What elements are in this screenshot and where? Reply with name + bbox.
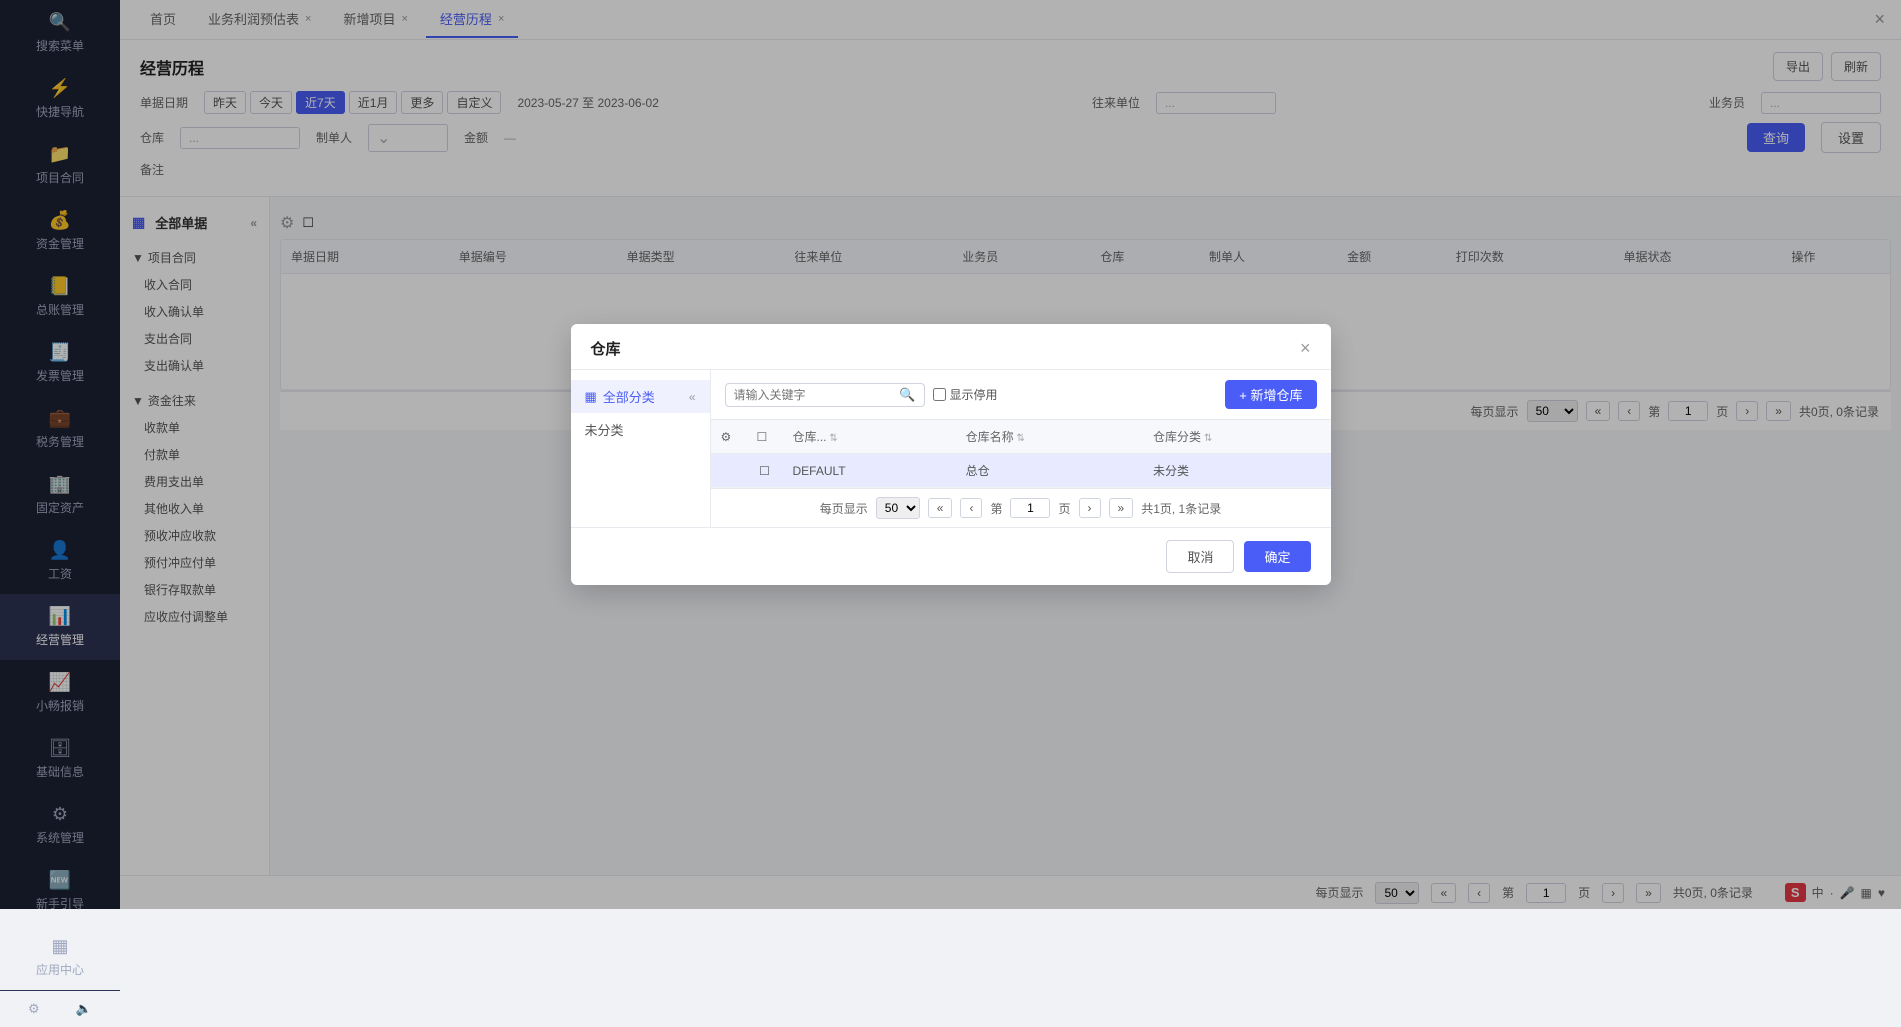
row-category: 未分类 — [1143, 454, 1330, 488]
show-disabled-label: 显示停用 — [950, 386, 998, 403]
modal-header: 仓库 × — [571, 324, 1331, 370]
th-modal-checkbox: ☐ — [747, 420, 783, 454]
all-category-label: 全部分类 — [603, 387, 655, 406]
modal-per-page-select[interactable]: 50 — [876, 497, 920, 519]
modal-next-page[interactable]: › — [1079, 498, 1101, 518]
modal-warehouse-table: ⚙ ☐ 仓库... 仓库名称 仓库分类 ☐ DEFAULT — [711, 420, 1331, 488]
modal-close-button[interactable]: × — [1300, 338, 1311, 359]
modal-pagination: 每页显示 50 « ‹ 第 页 › » 共1页, 1条记录 — [711, 488, 1331, 527]
modal-all-category[interactable]: ▦ 全部分类 « — [571, 380, 710, 413]
modal-page-label: 页 — [1058, 500, 1070, 517]
settings-icon[interactable]: ⚙ — [28, 1001, 40, 1017]
row-settings-icon — [711, 454, 747, 488]
modal-left-panel: ▦ 全部分类 « 未分类 — [571, 370, 711, 527]
modal-first-page[interactable]: « — [928, 498, 953, 518]
modal-search-box[interactable]: 🔍 — [725, 383, 925, 407]
modal-per-page-label: 每页显示 — [820, 500, 868, 517]
category-grid-icon: ▦ — [585, 389, 597, 405]
table-row[interactable]: ☐ DEFAULT 总仓 未分类 — [711, 454, 1331, 488]
modal-search-icon[interactable]: 🔍 — [899, 387, 915, 403]
unclassified-item[interactable]: 未分类 — [571, 413, 710, 446]
th-modal-settings: ⚙ — [711, 420, 747, 454]
left-panel-collapse[interactable]: « — [689, 390, 696, 404]
th-modal-category[interactable]: 仓库分类 — [1143, 420, 1330, 454]
modal-overlay: 仓库 × ▦ 全部分类 « 未分类 🔍 — [0, 0, 1901, 909]
modal-right-panel: 🔍 显示停用 + 新增仓库 ⚙ ☐ 仓库... — [711, 370, 1331, 527]
row-code: DEFAULT — [783, 454, 956, 488]
add-warehouse-button[interactable]: + 新增仓库 — [1225, 380, 1316, 409]
modal-last-page[interactable]: » — [1109, 498, 1134, 518]
row-name: 总仓 — [956, 454, 1143, 488]
modal-search-input[interactable] — [734, 388, 900, 402]
modal-title: 仓库 — [591, 338, 621, 359]
volume-icon[interactable]: 🔈 — [76, 1001, 92, 1017]
warehouse-modal: 仓库 × ▦ 全部分类 « 未分类 🔍 — [571, 324, 1331, 585]
modal-footer: 取消 确定 — [571, 527, 1331, 585]
show-disabled-input[interactable] — [933, 388, 946, 401]
cancel-button[interactable]: 取消 — [1166, 540, 1234, 573]
modal-table-container: ⚙ ☐ 仓库... 仓库名称 仓库分类 ☐ DEFAULT — [711, 420, 1331, 488]
th-modal-name[interactable]: 仓库名称 — [956, 420, 1143, 454]
modal-body: ▦ 全部分类 « 未分类 🔍 显示停用 + 新增仓库 — [571, 370, 1331, 527]
sidebar-bottom: ⚙ 🔈 — [0, 990, 120, 1027]
th-modal-code[interactable]: 仓库... — [783, 420, 956, 454]
modal-page-input[interactable] — [1010, 498, 1050, 518]
modal-page-pre-label: 第 — [990, 500, 1002, 517]
sidebar-appstore-label: 应用中心 — [36, 961, 84, 978]
sidebar-item-appstore[interactable]: ▦ 应用中心 — [0, 924, 120, 990]
modal-total-label: 共1页, 1条记录 — [1141, 500, 1221, 517]
show-disabled-checkbox[interactable]: 显示停用 — [933, 386, 998, 403]
modal-prev-page[interactable]: ‹ — [960, 498, 982, 518]
row-checkbox[interactable]: ☐ — [747, 454, 783, 488]
confirm-button[interactable]: 确定 — [1244, 541, 1310, 572]
appstore-icon: ▦ — [51, 936, 68, 957]
modal-toolbar: 🔍 显示停用 + 新增仓库 — [711, 370, 1331, 420]
